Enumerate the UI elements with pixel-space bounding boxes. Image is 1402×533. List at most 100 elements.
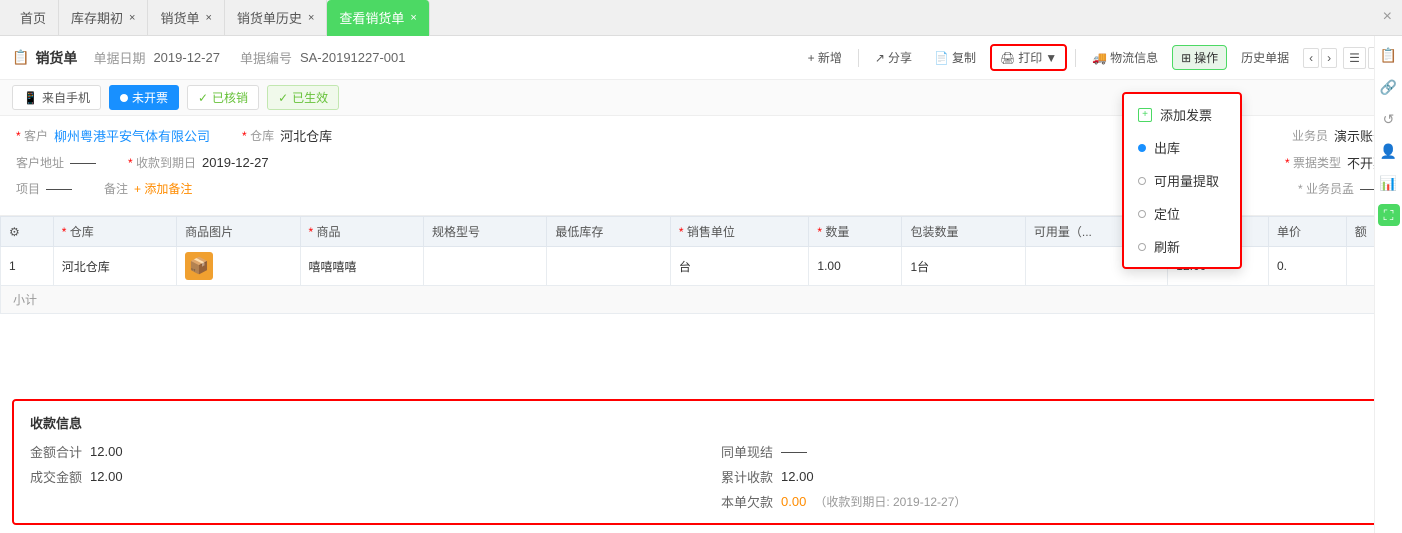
subtotal-label: 小计 <box>1 286 1402 314</box>
available-qty-icon <box>1138 177 1146 185</box>
this-order-value: 0.00 <box>781 494 806 509</box>
copy-icon: 📄 <box>934 51 949 65</box>
operation-icon: ⊞ <box>1181 51 1191 65</box>
sidebar-user-icon[interactable]: 👤 <box>1378 140 1400 162</box>
print-button[interactable]: 🖨 打印 ▼ <box>990 44 1067 71</box>
share-button[interactable]: ↗ 分享 <box>867 46 920 69</box>
available-qty-item[interactable]: 可用量提取 <box>1124 164 1240 197</box>
nav-arrows: ‹ › <box>1303 48 1337 68</box>
tab-sales-history[interactable]: 销货单历史 × <box>225 0 327 36</box>
product-img-icon: 📦 <box>189 256 209 276</box>
sidebar-chart-icon[interactable]: 📊 <box>1378 172 1400 194</box>
not-open-button[interactable]: 未开票 <box>109 85 179 110</box>
tab-inventory-init[interactable]: 库存期初 × <box>59 0 148 36</box>
same-order-value: —— <box>781 444 807 459</box>
row-quantity: 1.00 <box>809 247 902 286</box>
copy-button[interactable]: 📄 复制 <box>926 46 984 69</box>
address-label: 客户地址 <box>16 154 64 171</box>
logistics-button[interactable]: 🚚 物流信息 <box>1084 46 1166 69</box>
due-hint: （收款到期日: 2019-12-27） <box>814 493 966 510</box>
row-min-stock <box>547 247 670 286</box>
row-no: 1 <box>1 247 54 286</box>
th-product-img: 商品图片 <box>177 217 300 247</box>
ship-out-item[interactable]: 出库 <box>1124 131 1240 164</box>
check-icon: ✓ <box>198 91 208 105</box>
operation-dropdown: + 添加发票 出库 可用量提取 定位 刷新 <box>1122 92 1242 269</box>
subtotal-row: 小计 <box>1 286 1402 314</box>
sidebar-copy-icon[interactable]: 📋 <box>1378 44 1400 66</box>
tab-view-sales[interactable]: 查看销货单 × <box>327 0 429 36</box>
locate-icon <box>1138 210 1146 218</box>
doc-meta: 单据日期 2019-12-27 单据编号 SA-20191227-001 <box>93 48 405 67</box>
th-product: * 商品 <box>300 217 423 247</box>
warehouse-value: 河北仓库 <box>280 126 332 145</box>
date-label: 单据日期 <box>93 48 145 67</box>
bill-type-label: 票据类型 <box>1285 154 1341 171</box>
new-button[interactable]: + 新增 <box>800 46 850 69</box>
sidebar-link-icon[interactable]: 🔗 <box>1378 76 1400 98</box>
row-spec <box>423 247 546 286</box>
project-label: 项目 <box>16 180 40 197</box>
row-product-img: 📦 <box>177 247 300 286</box>
refresh-item[interactable]: 刷新 <box>1124 230 1240 263</box>
from-phone-button[interactable]: 📱 来自手机 <box>12 85 101 110</box>
close-history-tab[interactable]: × <box>308 12 314 24</box>
close-inventory-tab[interactable]: × <box>129 12 135 24</box>
payment-date-label: 收款到期日 <box>128 154 196 171</box>
doc-title-text: 销货单 <box>35 48 77 68</box>
close-sales-tab[interactable]: × <box>205 12 211 24</box>
tab-home[interactable]: 首页 <box>8 0 59 36</box>
add-note-button[interactable]: + 添加备注 <box>134 180 192 197</box>
phone-icon: 📱 <box>23 91 38 105</box>
number-value: SA-20191227-001 <box>300 50 406 65</box>
effective-button[interactable]: ✓ 已生效 <box>267 85 339 110</box>
same-order-item: 同单现结 —— <box>721 442 1372 461</box>
address-value: —— <box>70 155 96 170</box>
row-unit-price: 0. <box>1268 247 1346 286</box>
warehouse-label: 仓库 <box>242 127 274 144</box>
share-icon: ↗ <box>875 51 885 65</box>
right-sidebar: 📋 🔗 ↺ 👤 📊 ⛶ <box>1374 36 1402 533</box>
operation-button[interactable]: ⊞ 操作 <box>1172 45 1227 70</box>
tab-sales-order[interactable]: 销货单 × <box>148 0 224 36</box>
payment-date-value: 2019-12-27 <box>202 155 269 170</box>
sales-staff-field: * 业务员孟 —— <box>1298 180 1386 197</box>
this-order-item: 本单欠款 0.00 （收款到期日: 2019-12-27） <box>721 492 1372 511</box>
total-item: 金额合计 12.00 <box>30 442 681 461</box>
settings-icon: ⚙ <box>9 225 20 239</box>
close-view-tab[interactable]: × <box>410 12 416 24</box>
list-view-button[interactable]: ☰ <box>1343 47 1366 69</box>
th-sales-unit: * 销售单位 <box>670 217 809 247</box>
deal-amount-item: 成交金额 12.00 <box>30 467 681 486</box>
add-invoice-item[interactable]: + 添加发票 <box>1124 98 1240 131</box>
th-unit-price: 单价 <box>1268 217 1346 247</box>
sidebar-refresh-icon[interactable]: ↺ <box>1378 108 1400 130</box>
project-field: 项目 —— <box>16 180 72 197</box>
verified-button[interactable]: ✓ 已核销 <box>187 85 259 110</box>
next-record-button[interactable]: › <box>1321 48 1337 68</box>
total-value: 12.00 <box>90 444 123 459</box>
warehouse-field: 仓库 河北仓库 <box>242 126 332 145</box>
this-order-label: 本单欠款 <box>721 492 773 511</box>
effective-icon: ✓ <box>278 91 288 105</box>
staff-label: 业务员 <box>1292 127 1328 144</box>
logistics-icon: 🚚 <box>1092 51 1107 65</box>
th-settings[interactable]: ⚙ <box>1 217 54 247</box>
print-icon: 🖨 <box>1000 51 1015 65</box>
cumulative-label: 累计收款 <box>721 467 773 486</box>
doc-actions: + 新增 ↗ 分享 📄 复制 🖨 打印 ▼ 🚚 物流 <box>800 44 1390 71</box>
project-value: —— <box>46 181 72 196</box>
prev-record-button[interactable]: ‹ <box>1303 48 1319 68</box>
locate-item[interactable]: 定位 <box>1124 197 1240 230</box>
window-close-button[interactable]: × <box>1383 8 1392 26</box>
customer-value[interactable]: 柳州粤港平安气体有限公司 <box>54 126 210 145</box>
history-button[interactable]: 历史单据 <box>1233 46 1297 69</box>
payment-date-field: 收款到期日 2019-12-27 <box>128 154 269 171</box>
date-value: 2019-12-27 <box>153 50 220 65</box>
sidebar-expand-icon[interactable]: ⛶ <box>1378 204 1400 226</box>
note-label: 备注 <box>104 180 128 197</box>
divider2 <box>1075 49 1076 67</box>
cumulative-item: 累计收款 12.00 <box>721 467 1372 486</box>
sales-order-icon: 📋 <box>12 49 29 66</box>
address-field: 客户地址 —— <box>16 154 96 171</box>
